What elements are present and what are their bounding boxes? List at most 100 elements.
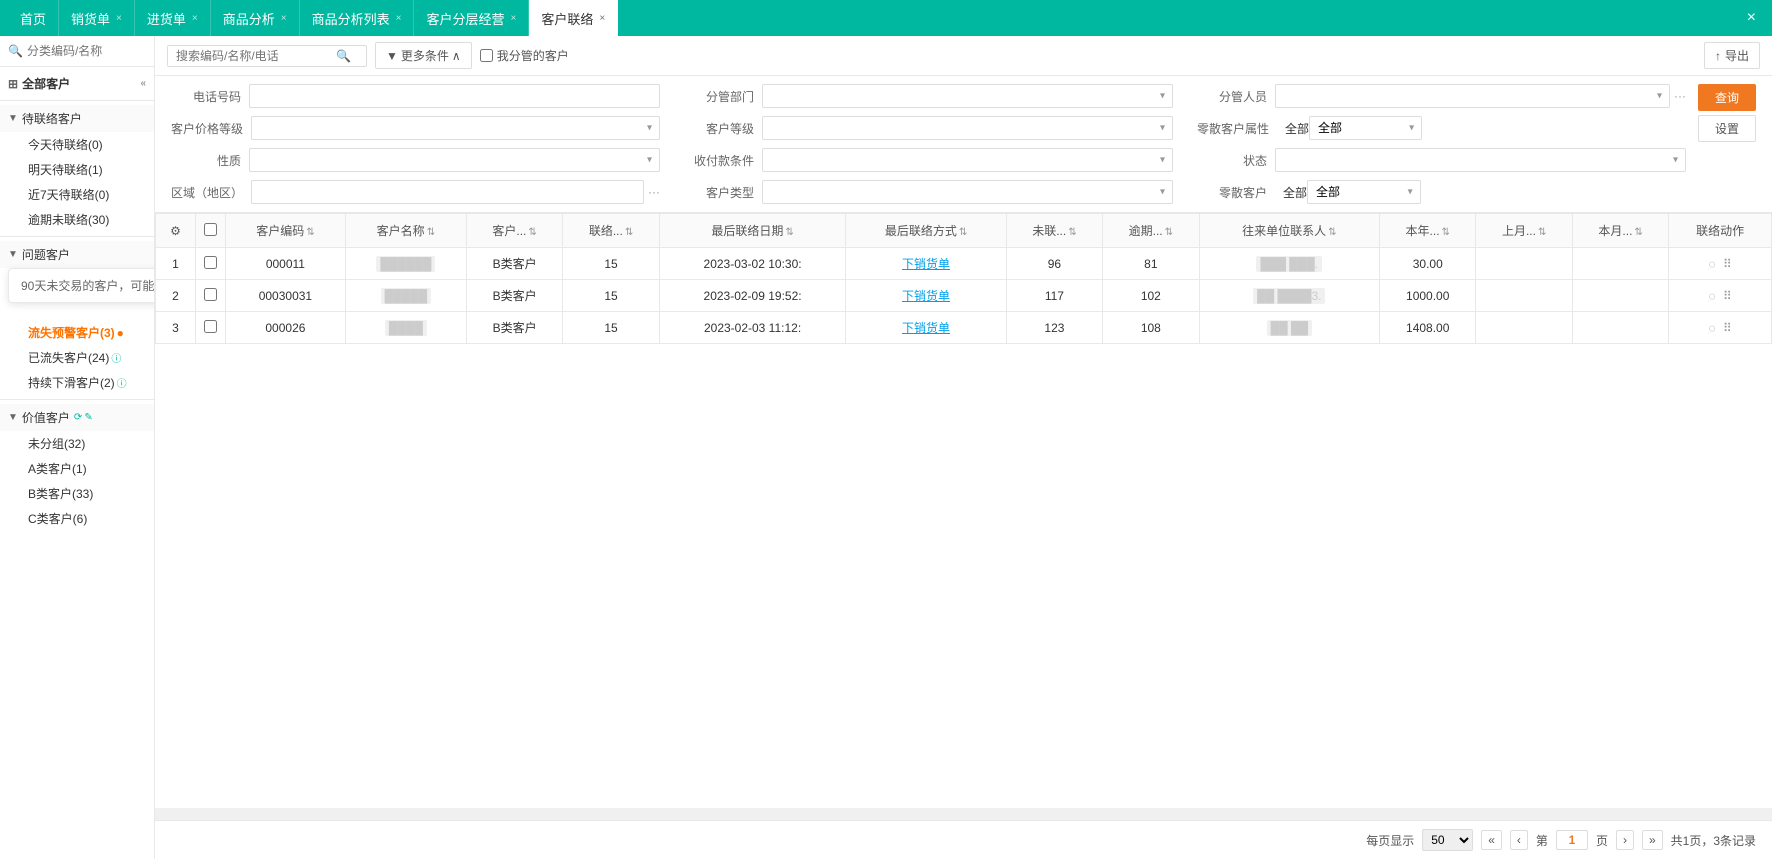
tab-home[interactable]: 首页 <box>8 0 59 36</box>
last-page-button[interactable]: » <box>1642 830 1663 850</box>
filter-region-input[interactable] <box>251 180 644 204</box>
close-icon-analysis[interactable]: × <box>281 13 287 24</box>
row1-action-icon2[interactable]: ⠿ <box>1723 257 1732 271</box>
row2-method-link[interactable]: 下销货单 <box>902 289 950 303</box>
sidebar-item-a-class[interactable]: A类客户(1) <box>16 456 154 481</box>
col-unit-contact[interactable]: 往来单位联系人⇅ <box>1199 214 1379 248</box>
refresh-icon[interactable]: ⟳ <box>74 412 82 423</box>
filter-search-box: 🔍 <box>167 45 367 67</box>
row1-checkbox[interactable] <box>204 256 217 269</box>
filter-dept-select[interactable] <box>762 84 1173 108</box>
edit-icon[interactable]: ✎ <box>84 412 92 423</box>
sidebar-item-today[interactable]: 今天待联络(0) <box>16 132 154 157</box>
col-overdue[interactable]: 逾期...⇅ <box>1103 214 1199 248</box>
window-close-button[interactable]: × <box>1739 9 1764 27</box>
col-last-method[interactable]: 最后联络方式⇅ <box>846 214 1006 248</box>
row2-checkbox[interactable] <box>204 288 217 301</box>
filter-retail-customer-select[interactable]: 全部 <box>1307 180 1421 204</box>
filter-person-label: 分管人员 <box>1197 88 1267 105</box>
col-last-date[interactable]: 最后联络日期⇅ <box>659 214 846 248</box>
close-icon-customer-tier[interactable]: × <box>510 13 516 24</box>
close-icon-analysis-list[interactable]: × <box>396 13 402 24</box>
col-this-month[interactable]: 本月...⇅ <box>1572 214 1668 248</box>
row3-action-icon2[interactable]: ⠿ <box>1723 321 1732 335</box>
col-name[interactable]: 客户名称⇅ <box>345 214 466 248</box>
sidebar-item-tomorrow[interactable]: 明天待联络(1) <box>16 157 154 182</box>
more-conditions-button[interactable]: ▼ 更多条件 ∧ <box>375 42 472 69</box>
filter-retail-attr-select[interactable]: 全部 <box>1309 116 1422 140</box>
filter-customer-level-label: 客户等级 <box>684 120 754 137</box>
my-customers-checkbox-label[interactable]: 我分管的客户 <box>480 47 569 64</box>
close-icon-customer-link[interactable]: × <box>599 13 605 24</box>
filter-customer-level-select[interactable] <box>762 116 1173 140</box>
row1-method-link[interactable]: 下销货单 <box>902 257 950 271</box>
close-icon-purchase[interactable]: × <box>192 13 198 24</box>
row2-action-icon1[interactable]: ◌ <box>1709 289 1716 303</box>
next-page-button[interactable]: › <box>1616 830 1634 850</box>
row1-name: ██████ <box>345 248 466 280</box>
tab-sales[interactable]: 销货单 × <box>59 0 135 36</box>
sidebar-search-input[interactable] <box>27 44 155 58</box>
filter-phone-input[interactable] <box>249 84 660 108</box>
row2-action-icon2[interactable]: ⠿ <box>1723 289 1732 303</box>
col-this-year[interactable]: 本年...⇅ <box>1380 214 1476 248</box>
sidebar-root-item[interactable]: ⊞ 全部客户 « <box>0 71 154 96</box>
export-button[interactable]: ↑ 导出 <box>1704 42 1760 69</box>
tab-customer-link[interactable]: 客户联络 × <box>529 0 618 36</box>
sidebar-item-overdue[interactable]: 逾期未联络(30) <box>16 207 154 232</box>
row1-action-icon1[interactable]: ◌ <box>1709 257 1716 271</box>
advanced-filter-panel: 电话号码 分管部门 ▾ 分管人员 <box>155 76 1772 213</box>
filter-customer-type-select[interactable] <box>762 180 1173 204</box>
row3-method[interactable]: 下销货单 <box>846 312 1006 344</box>
sidebar-group-problem[interactable]: ▼ 问题客户 <box>0 241 154 268</box>
sidebar-group-value[interactable]: ▼ 价值客户 ⟳ ✎ <box>0 404 154 431</box>
sidebar-item-churn-warning[interactable]: 流失预警客户(3) ● <box>16 320 154 345</box>
row3-action-icon1[interactable]: ◌ <box>1709 321 1716 335</box>
row2-overdue: 102 <box>1103 280 1199 312</box>
row1-method[interactable]: 下销货单 <box>846 248 1006 280</box>
sidebar-item-ungrouped[interactable]: 未分组(32) <box>16 431 154 456</box>
row2-method[interactable]: 下销货单 <box>846 280 1006 312</box>
tab-purchase[interactable]: 进货单 × <box>135 0 211 36</box>
filter-payment-select[interactable] <box>762 148 1173 172</box>
row3-checkbox[interactable] <box>204 320 217 333</box>
filter-search-button[interactable]: 🔍 <box>336 49 351 63</box>
page-number-input[interactable] <box>1556 830 1588 850</box>
first-page-button[interactable]: « <box>1481 830 1502 850</box>
prev-page-button[interactable]: ‹ <box>1510 830 1528 850</box>
tab-analysis-list[interactable]: 商品分析列表 × <box>300 0 415 36</box>
sidebar-group-pending[interactable]: ▼ 待联络客户 <box>0 105 154 132</box>
my-customers-checkbox[interactable] <box>480 49 493 62</box>
filter-search-input[interactable] <box>176 49 336 63</box>
tab-customer-tier[interactable]: 客户分层经营 × <box>414 0 529 36</box>
sidebar-item-declining[interactable]: 持续下滑客户(2) ⓘ <box>16 370 154 395</box>
filter-person-dots[interactable]: ··· <box>1674 89 1686 103</box>
col-last-month[interactable]: 上月...⇅ <box>1476 214 1572 248</box>
col-gear[interactable]: ⚙ <box>156 214 196 248</box>
query-button[interactable]: 查询 <box>1698 84 1756 111</box>
per-page-select[interactable]: 50 100 200 <box>1422 829 1473 851</box>
col-unlinked[interactable]: 未联...⇅ <box>1006 214 1102 248</box>
sidebar-item-b-class[interactable]: B类客户(33) <box>16 481 154 506</box>
filter-region-dots[interactable]: ··· <box>648 185 660 199</box>
sidebar-item-churned[interactable]: 已流失客户(24) ⓘ <box>16 345 154 370</box>
sidebar-item-c-class[interactable]: C类客户(6) <box>16 506 154 531</box>
tab-analysis[interactable]: 商品分析 × <box>211 0 300 36</box>
close-icon-sales[interactable]: × <box>116 13 122 24</box>
filter-price-level-select[interactable] <box>251 116 660 140</box>
filter-nature-select[interactable] <box>249 148 660 172</box>
filter-retail-customer-wrap: 全部 ▾ <box>1307 180 1421 204</box>
row1-contact: 15 <box>563 248 659 280</box>
col-type[interactable]: 客户...⇅ <box>466 214 562 248</box>
filter-status-select[interactable] <box>1275 148 1686 172</box>
collapse-icon[interactable]: « <box>140 78 146 89</box>
select-all-checkbox[interactable] <box>204 223 217 236</box>
filter-person-select[interactable] <box>1275 84 1670 108</box>
sidebar-item-7days[interactable]: 近7天待联络(0) <box>16 182 154 207</box>
row3-method-link[interactable]: 下销货单 <box>902 321 950 335</box>
horizontal-scrollbar[interactable] <box>155 808 1772 820</box>
col-code[interactable]: 客户编码⇅ <box>225 214 345 248</box>
table-row: 2 00030031 █████ B类客户 15 2023-02-09 19:5… <box>156 280 1772 312</box>
setting-button[interactable]: 设置 <box>1698 115 1756 142</box>
col-contact[interactable]: 联络...⇅ <box>563 214 659 248</box>
